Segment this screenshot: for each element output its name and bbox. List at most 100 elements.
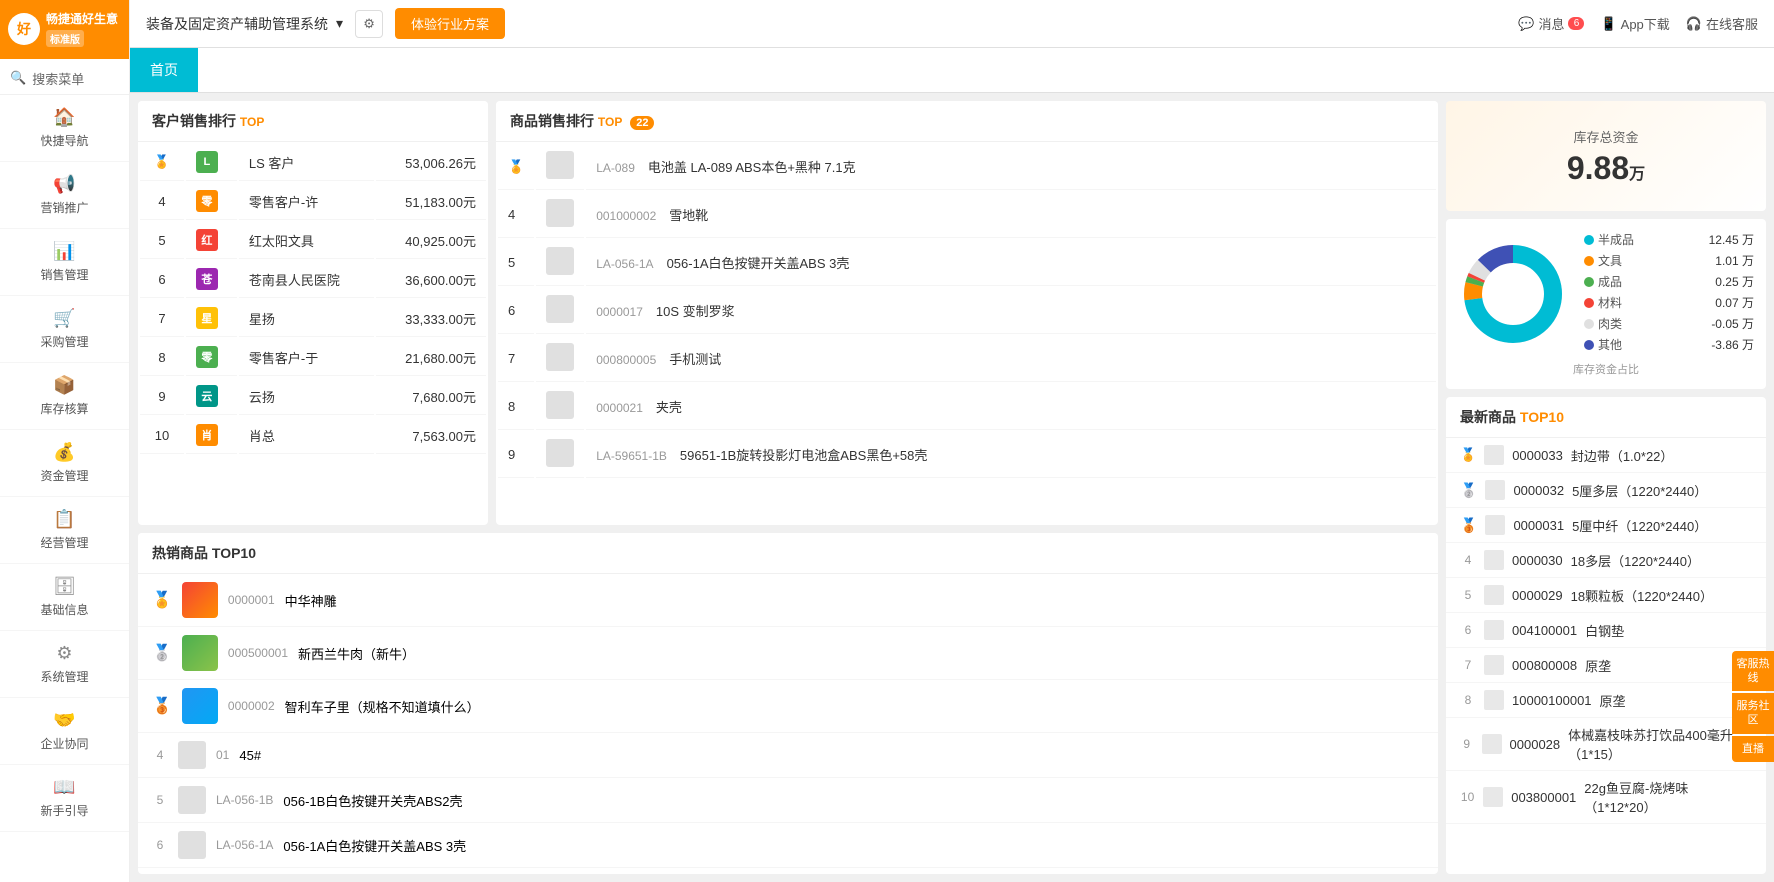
product-name: 056-1A白色按键开关盖ABS 3壳 <box>283 836 466 855</box>
app-download-btn[interactable]: 📱 App下载 <box>1600 14 1669 33</box>
gold-medal-icon: 🏅 <box>152 590 172 610</box>
system-selector[interactable]: 装备及固定资产辅助管理系统 ▾ <box>146 14 343 34</box>
search-icon: 🔍 <box>10 70 26 86</box>
customer-name: 红太阳文具 <box>239 222 374 259</box>
operations-icon: 📋 <box>53 509 75 530</box>
hot-products-panel: 热销商品 TOP10 🏅 0000001 中华神雕 🥈 000500001 新西… <box>138 533 1438 874</box>
rank-cell: 8 <box>140 339 184 376</box>
rank-number: 7 <box>1460 658 1476 672</box>
product-thumbnail <box>1485 480 1505 500</box>
list-item: 🥉 0000002 智利车子里（规格不知道填什么） <box>138 680 1438 733</box>
customer-name: 零售客户-许 <box>239 183 374 220</box>
experience-btn[interactable]: 体验行业方案 <box>395 8 505 39</box>
online-service-btn[interactable]: 🎧 在线客服 <box>1686 14 1758 33</box>
product-thumbnail <box>1484 690 1504 710</box>
legend-item-semifinished: 半成品 12.45 万 <box>1584 231 1754 248</box>
messages-btn[interactable]: 💬 消息 6 <box>1518 14 1584 33</box>
legend-value: 0.07 万 <box>1715 294 1754 311</box>
product-ranking-body: 🏅 LA-089 电池盖 LA-089 ABS本色+黑种 7.1克 4 0010… <box>496 142 1438 525</box>
sidebar-item-marketing[interactable]: 📢 营销推广 <box>0 162 129 229</box>
product-image <box>546 247 574 275</box>
online-service-label: 在线客服 <box>1706 14 1758 33</box>
gear-button[interactable]: ⚙ <box>355 10 383 38</box>
sidebar-item-guide[interactable]: 📖 新手引导 <box>0 765 129 832</box>
product-name: 夹壳 <box>656 400 682 415</box>
customer-service-btn[interactable]: 客服热线 <box>1732 651 1774 692</box>
product-thumbnail <box>1484 620 1504 640</box>
service-community-btn[interactable]: 服务社区 <box>1732 693 1774 734</box>
sidebar-item-finance[interactable]: 💰 资金管理 <box>0 430 129 497</box>
product-name: 45# <box>239 748 261 763</box>
product-code: 01 <box>216 748 229 762</box>
rank-number: 10 <box>1460 790 1475 804</box>
inventory-unit: 万 <box>1629 166 1645 183</box>
table-row: 5 红 红太阳文具 40,925.00元 <box>140 222 486 259</box>
product-thumbnail <box>178 741 206 769</box>
donut-chart-area: 半成品 12.45 万 文具 1.01 万 <box>1458 231 1754 357</box>
table-row: 4 零 零售客户-许 51,183.00元 <box>140 183 486 220</box>
customer-amount: 51,183.00元 <box>376 183 486 220</box>
product-code: 0000029 <box>1512 588 1563 603</box>
new-products-header: 最新商品 TOP10 <box>1446 397 1766 438</box>
gold-medal-icon: 🏅 <box>154 154 170 169</box>
customer-name: 星扬 <box>239 300 374 337</box>
new-products-body: 🏅 0000033 封边带（1.0*22） 🥈 0000032 5厘多层（122… <box>1446 438 1766 874</box>
table-row: 9 云 云扬 7,680.00元 <box>140 378 486 415</box>
product-code: 0000021 <box>596 401 643 415</box>
avatar-cell: 红 <box>186 222 237 259</box>
product-code: 0000001 <box>228 593 275 607</box>
top-bar-actions: 💬 消息 6 📱 App下载 🎧 在线客服 <box>1518 14 1758 33</box>
product-ranking-top: TOP <box>598 115 622 129</box>
sidebar-item-purchase[interactable]: 🛒 采购管理 <box>0 296 129 363</box>
legend-label: 其他 <box>1598 336 1622 353</box>
customer-ranking-top: TOP <box>240 115 264 129</box>
product-code: 0000032 <box>1513 483 1564 498</box>
list-item: 🥈 0000032 5厘多层（1220*2440） <box>1446 473 1766 508</box>
product-code: 0000002 <box>228 699 275 713</box>
table-row: 5 LA-056-1A 056-1A白色按键开关盖ABS 3壳 <box>498 240 1436 286</box>
sidebar-item-operations[interactable]: 📋 经营管理 <box>0 497 129 564</box>
top-bar: 装备及固定资产辅助管理系统 ▾ ⚙ 体验行业方案 💬 消息 6 📱 App下载 … <box>130 0 1774 48</box>
rank-cell: 5 <box>140 222 184 259</box>
list-item: 6 004100001 白钢垫 <box>1446 613 1766 648</box>
sidebar-item-sales[interactable]: 📊 销售管理 <box>0 229 129 296</box>
product-name: 电池盖 LA-089 ABS本色+黑种 7.1克 <box>648 160 856 175</box>
sidebar-item-inventory[interactable]: 📦 库存核算 <box>0 363 129 430</box>
sidebar-item-system[interactable]: ⚙ 系统管理 <box>0 631 129 698</box>
list-item: 🥈 000500001 新西兰牛肉（新牛） <box>138 627 1438 680</box>
legend-dot <box>1584 277 1594 287</box>
sidebar-item-shortcuts[interactable]: 🏠 快捷导航 <box>0 95 129 162</box>
sidebar-item-enterprise[interactable]: 🤝 企业协同 <box>0 698 129 765</box>
legend-label: 材料 <box>1598 294 1622 311</box>
legend-label: 成品 <box>1598 273 1622 290</box>
search-menu[interactable]: 🔍 搜索菜单 <box>0 59 129 95</box>
product-img-cell <box>536 384 584 430</box>
marketing-icon: 📢 <box>53 174 75 195</box>
sidebar-item-basics[interactable]: 🗄 基础信息 <box>0 564 129 631</box>
avatar-cell: 云 <box>186 378 237 415</box>
gold-medal-icon: 🏅 <box>1460 447 1476 463</box>
rank-cell: 10 <box>140 417 184 454</box>
customer-amount: 53,006.26元 <box>376 144 486 181</box>
gold-medal-icon: 🏅 <box>508 159 524 174</box>
product-thumbnail <box>1484 550 1504 570</box>
product-name: 中华神雕 <box>285 591 337 610</box>
legend-value: 1.01 万 <box>1715 252 1754 269</box>
sidebar-nav: 🏠 快捷导航 📢 营销推广 📊 销售管理 🛒 采购管理 📦 库存核算 💰 资金管… <box>0 95 129 882</box>
table-row: 9 LA-59651-1B 59651-1B旋转投影灯电池盒ABS黑色+58壳 <box>498 432 1436 478</box>
product-image <box>546 343 574 371</box>
system-name: 装备及固定资产辅助管理系统 <box>146 14 328 34</box>
app-badge: 标准版 <box>46 30 84 47</box>
legend-dot <box>1584 256 1594 266</box>
sidebar-logo: 好 畅捷通好生意 标准版 <box>0 0 129 59</box>
product-thumbnail <box>178 786 206 814</box>
legend-label: 文具 <box>1598 252 1622 269</box>
customer-name: 肖总 <box>239 417 374 454</box>
home-tab[interactable]: 首页 <box>130 48 198 92</box>
rank-cell: 6 <box>498 288 534 334</box>
product-info: 0000017 10S 变制罗浆 <box>586 288 1436 334</box>
top-panels-inner: 客户销售排行 TOP 🏅 L LS 客户 53,006.26元 <box>138 101 1438 525</box>
legend-item-other: 其他 -3.86 万 <box>1584 336 1754 353</box>
live-btn[interactable]: 直播 <box>1732 736 1774 762</box>
main-container: 装备及固定资产辅助管理系统 ▾ ⚙ 体验行业方案 💬 消息 6 📱 App下载 … <box>130 0 1774 882</box>
